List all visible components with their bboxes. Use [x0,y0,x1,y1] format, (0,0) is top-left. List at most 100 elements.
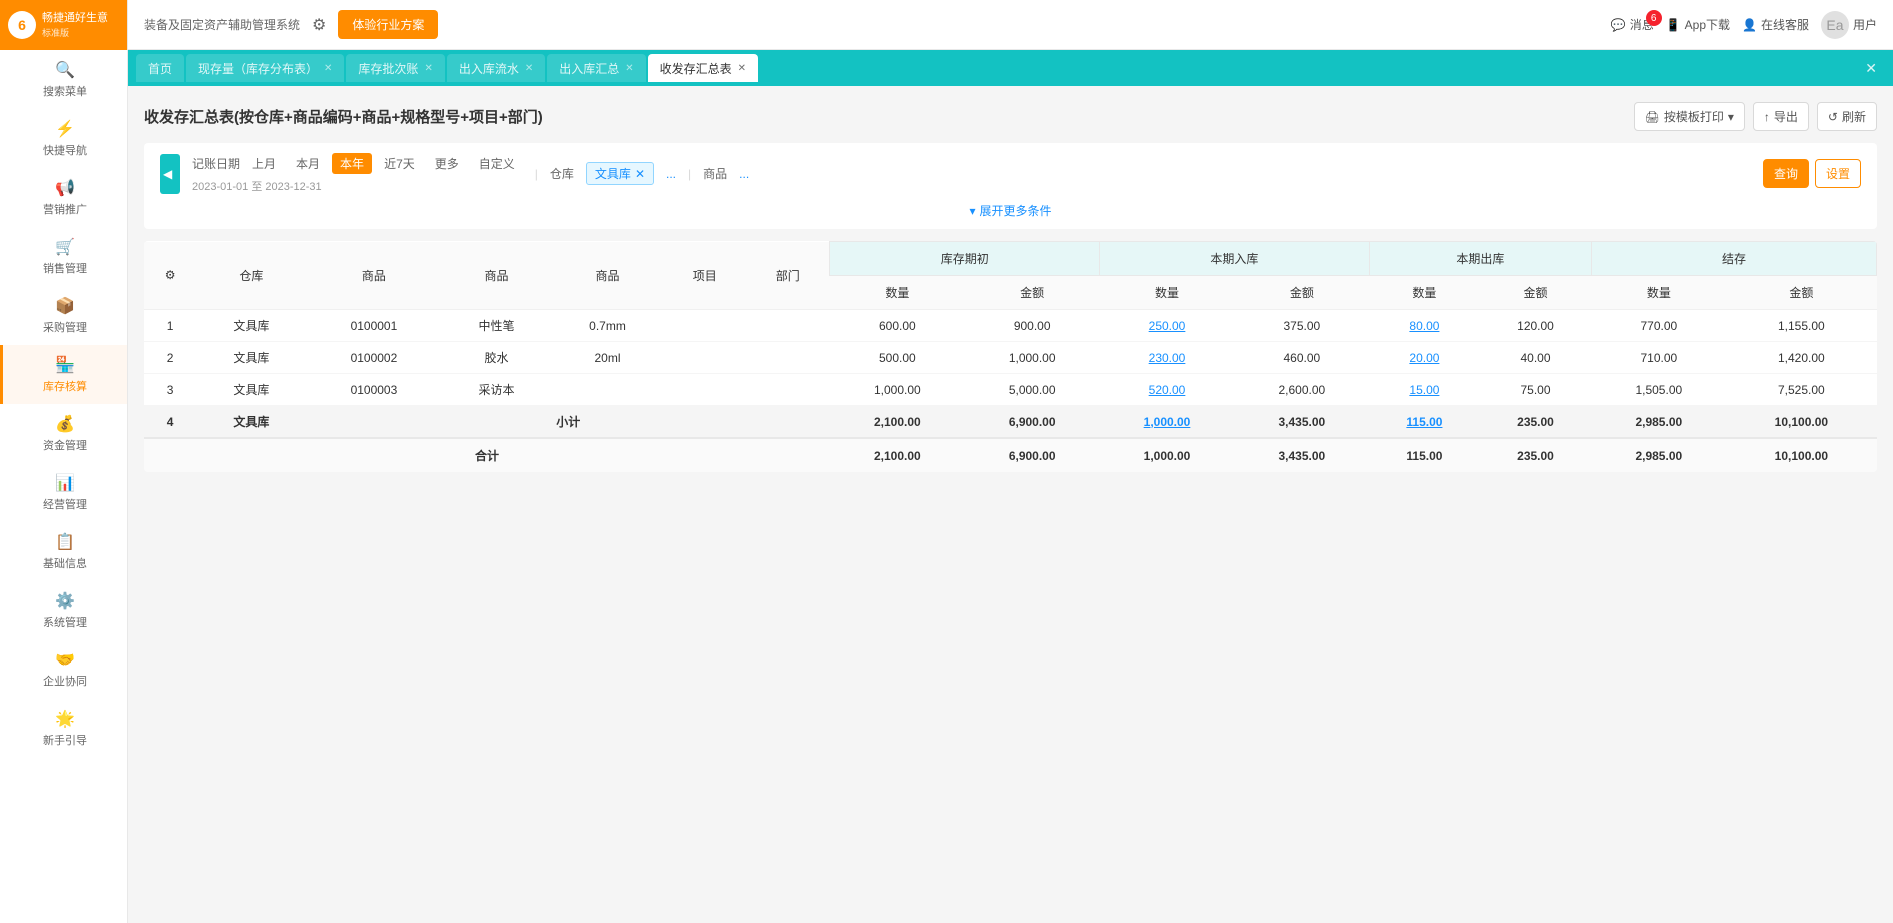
sidebar-item-basic[interactable]: 📋 基础信息 [0,522,127,581]
topbar: 装备及固定资产辅助管理系统 ⚙ 体验行业方案 💬 消息 6 📱 App下载 👤 … [128,0,1893,50]
refresh-icon: ↺ [1828,110,1838,124]
row-out-qty: 15.00 [1369,374,1479,406]
avatar: Ea [1821,11,1849,39]
sidebar-item-operation[interactable]: 📊 经营管理 [0,463,127,522]
date-opt-more[interactable]: 更多 [427,153,467,174]
row-warehouse: 文具库 [196,342,306,374]
sidebar-item-inventory[interactable]: 🏪 库存核算 [0,345,127,404]
row-open-amt: 900.00 [965,310,1100,342]
sidebar-item-search[interactable]: 🔍 搜索菜单 [0,50,127,109]
sidebar-item-label: 搜索菜单 [43,83,87,99]
tab-batch-close[interactable]: ✕ [424,63,432,74]
table-row: 3 文具库 0100003 采访本 1,000.00 5,000.00 520.… [144,374,1877,406]
user-action[interactable]: Ea 用户 [1821,11,1877,39]
online-service-action[interactable]: 👤 在线客服 [1742,16,1809,33]
logo-sub: 标准版 [42,26,108,39]
sidebar-item-label: 基础信息 [43,555,87,571]
sidebar-item-label: 经营管理 [43,496,87,512]
tab-inout-sum[interactable]: 出入库汇总 ✕ [547,54,645,82]
footer-out-amt: 235.00 [1480,438,1592,472]
tab-stock-dist[interactable]: 现存量（库存分布表） ✕ [186,54,344,82]
sidebar-item-guide[interactable]: 🌟 新手引导 [0,699,127,758]
tab-inout-flow-close[interactable]: ✕ [525,63,533,74]
tab-inout-flow-label: 出入库流水 [459,60,519,77]
export-button[interactable]: ↑ 导出 [1753,102,1809,131]
settings-button[interactable]: 设置 [1815,159,1861,188]
date-opt-custom[interactable]: 自定义 [471,153,523,174]
service-label: 在线客服 [1761,16,1809,33]
sub-in-amt: 金额 [1234,276,1369,310]
user-label: 用户 [1853,16,1877,33]
row-goods-spec: 20ml [552,342,664,374]
collapse-icon: ◀ [160,167,175,181]
group-closing-header: 结存 [1591,242,1876,276]
date-opt-7days[interactable]: 近7天 [376,153,423,174]
table-row: 2 文具库 0100002 胶水 20ml 500.00 1,000.00 23… [144,342,1877,374]
app-download-action[interactable]: 📱 App下载 [1666,16,1730,33]
sidebar-item-system[interactable]: ⚙️ 系统管理 [0,581,127,640]
message-icon: 💬 [1611,18,1626,32]
sidebar-item-label: 快捷导航 [43,142,87,158]
tab-inout-sum-close[interactable]: ✕ [625,63,633,74]
warehouse-more[interactable]: ... [666,167,676,181]
tab-batch-label: 库存批次账 [358,60,418,77]
export-label: 导出 [1774,108,1798,125]
phone-icon: 📱 [1666,18,1681,32]
sidebar-item-marketing[interactable]: 📢 营销推广 [0,168,127,227]
tab-recv-sum[interactable]: 收发存汇总表 ✕ [648,54,758,82]
row-seq: 3 [144,374,196,406]
tab-home[interactable]: 首页 [136,54,184,82]
footer-close-amt: 10,100.00 [1726,438,1876,472]
col-project-header: 项目 [663,242,746,310]
tab-recv-sum-close[interactable]: ✕ [738,63,746,74]
sidebar-item-finance[interactable]: 💰 资金管理 [0,404,127,463]
row-goods-name: 中性笔 [441,310,551,342]
message-badge: 6 [1646,10,1662,26]
date-opt-this-year[interactable]: 本年 [332,153,372,174]
sidebar-item-sales[interactable]: 🛒 销售管理 [0,227,127,286]
tab-inout-flow[interactable]: 出入库流水 ✕ [447,54,545,82]
tab-batch[interactable]: 库存批次账 ✕ [346,54,444,82]
date-opt-last-month[interactable]: 上月 [244,153,284,174]
sidebar-item-corp[interactable]: 🤝 企业协同 [0,640,127,699]
table-settings-icon[interactable]: ⚙ [165,268,176,282]
warehouse-tag-close[interactable]: ✕ [635,167,645,181]
row-open-qty: 1,000.00 [830,374,965,406]
row-goods-spec [552,374,664,406]
sub-open-qty: 数量 [830,276,965,310]
message-action[interactable]: 💬 消息 6 [1611,16,1654,33]
sidebar-item-label: 资金管理 [43,437,87,453]
tab-stock-dist-close[interactable]: ✕ [324,63,332,74]
footer-out-qty: 115.00 [1369,438,1479,472]
refresh-button[interactable]: ↺ 刷新 [1817,102,1877,131]
marketing-icon: 📢 [55,178,75,198]
goods-more[interactable]: ... [739,167,749,181]
logo-icon: 6 [8,11,36,39]
search-icon: 🔍 [55,60,75,80]
gear-button[interactable]: ⚙ [312,15,326,35]
date-opt-this-month[interactable]: 本月 [288,153,328,174]
tab-recv-sum-label: 收发存汇总表 [660,60,732,77]
sidebar-item-label: 采购管理 [43,319,87,335]
filter-collapse-btn[interactable]: ◀ [160,154,180,194]
close-all-tabs[interactable]: ✕ [1857,56,1885,81]
group-in-header: 本期入库 [1100,242,1370,276]
row-warehouse: 文具库 [196,310,306,342]
print-button[interactable]: 🖨 按模板打印 ▾ [1634,102,1745,131]
row-in-amt: 2,600.00 [1234,374,1369,406]
query-button[interactable]: 查询 [1763,159,1809,188]
table-wrapper: ⚙ 仓库 商品 商品 商品 项目 部门 库存期初 本期入库 本期出库 结存 [144,241,1877,472]
export-icon: ↑ [1764,110,1770,124]
page-title: 收发存汇总表(按仓库+商品编码+商品+规格型号+项目+部门) [144,106,543,127]
expand-button[interactable]: ▾ 展开更多条件 [969,202,1051,219]
sidebar-item-purchase[interactable]: 📦 采购管理 [0,286,127,345]
guide-icon: 🌟 [55,709,75,729]
row-project [663,310,746,342]
trial-button[interactable]: 体验行业方案 [338,10,438,39]
row-goods-code: 0100001 [307,310,442,342]
sidebar-item-quick[interactable]: ⚡ 快捷导航 [0,109,127,168]
logo-title: 畅捷通好生意 [42,11,108,25]
row-close-qty: 710.00 [1591,342,1726,374]
subtotal-seq: 4 [144,406,196,439]
sidebar-item-label: 营销推广 [43,201,87,217]
